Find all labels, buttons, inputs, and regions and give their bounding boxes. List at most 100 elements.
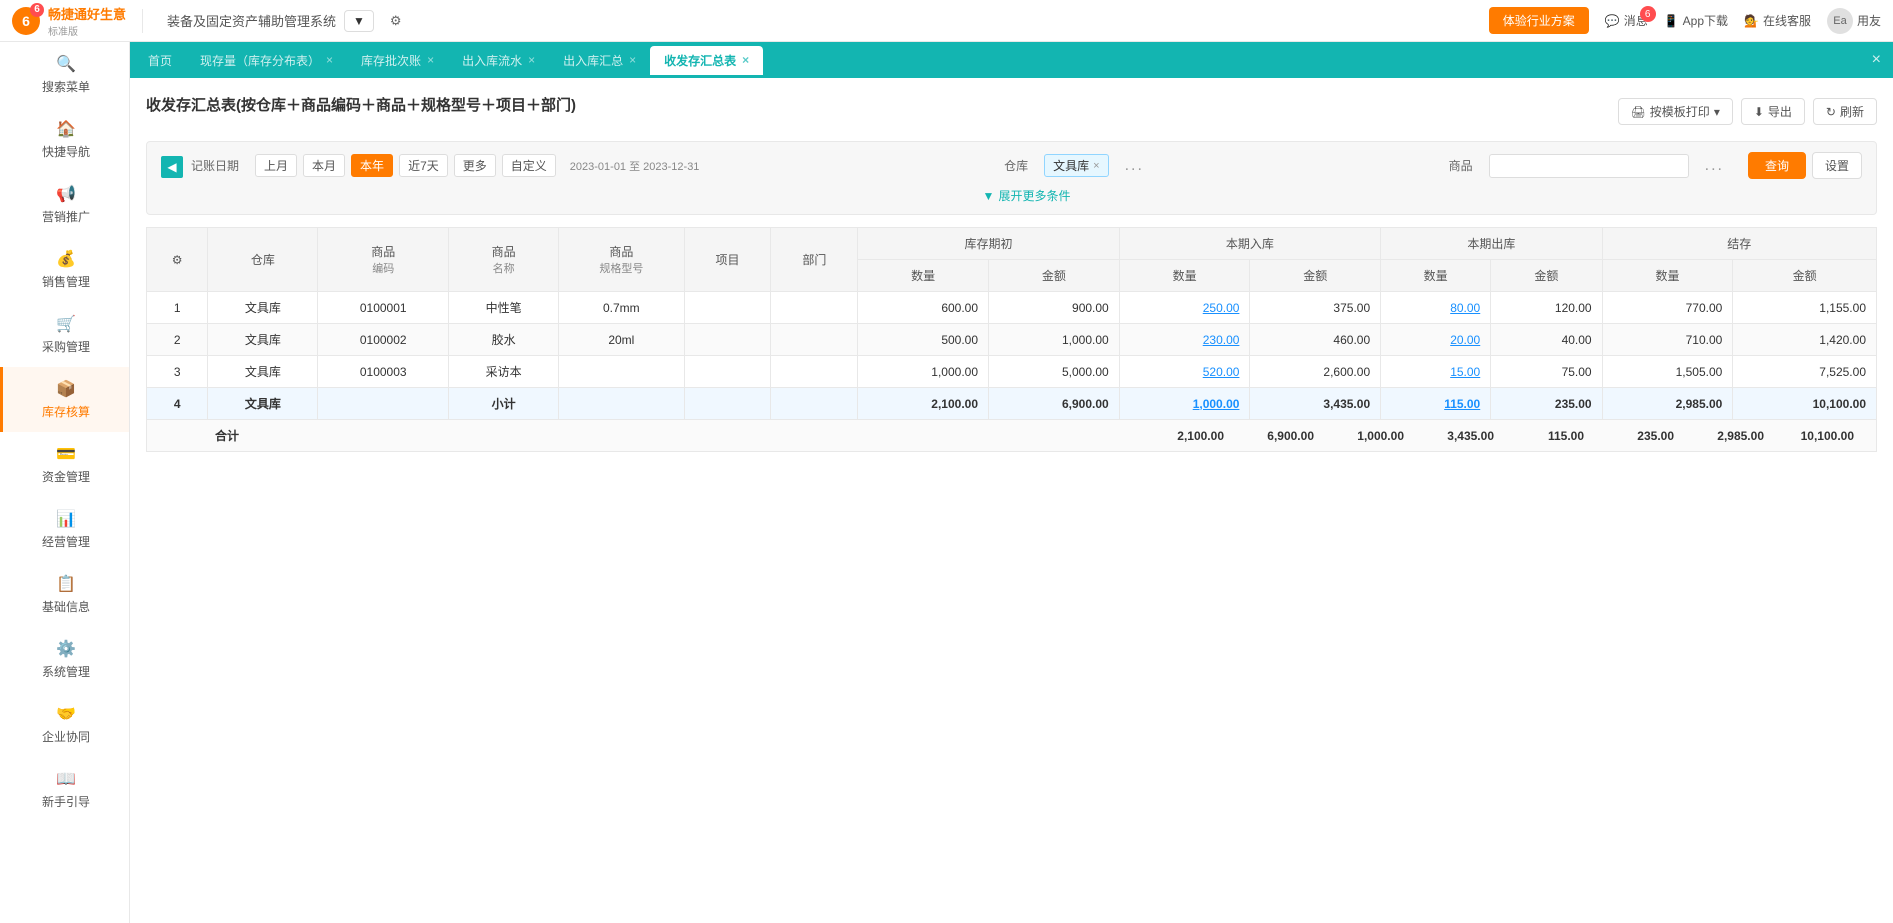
sidebar-item-marketing[interactable]: 📢 营销推广 — [0, 172, 129, 237]
sidebar-item-label: 销售管理 — [42, 273, 90, 290]
row-out-qty-link[interactable]: 80.00 — [1450, 301, 1480, 315]
th-in-amt: 金额 — [1250, 260, 1381, 292]
row-goods-name: 胶水 — [449, 324, 559, 356]
message-link[interactable]: 💬 消息 6 — [1605, 12, 1648, 29]
row-goods-spec: 0.7mm — [559, 292, 684, 324]
sidebar-item-sales[interactable]: 💰 销售管理 — [0, 237, 129, 302]
expand-btn[interactable]: ▼ 展开更多条件 — [191, 187, 1862, 204]
trial-btn[interactable]: 体验行业方案 — [1489, 7, 1589, 34]
date-btn-this-month[interactable]: 本月 — [303, 154, 345, 177]
export-btn[interactable]: ⬇ 导出 — [1741, 98, 1805, 125]
row-goods-name: 中性笔 — [449, 292, 559, 324]
row-in-qty-link[interactable]: 250.00 — [1203, 301, 1240, 315]
th-opening-group: 库存期初 — [858, 228, 1119, 260]
tab-batch-account[interactable]: 库存批次账 × — [347, 46, 448, 75]
row-out-qty-link[interactable]: 115.00 — [1444, 397, 1480, 411]
footer-out-amt: 235.00 — [1596, 429, 1686, 443]
row-goods-code: 0100003 — [318, 356, 449, 388]
footer-opening-amt: 6,900.00 — [1236, 429, 1326, 443]
sidebar-item-operation[interactable]: 📊 经营管理 — [0, 497, 129, 562]
row-in-qty-link[interactable]: 230.00 — [1203, 333, 1240, 347]
th-goods-name: 商品名称 — [449, 228, 559, 292]
row-in-qty[interactable]: 1,000.00 — [1119, 388, 1250, 420]
goods-more[interactable]: ... — [1705, 157, 1724, 175]
sidebar-item-guide[interactable]: 📖 新手引导 — [0, 757, 129, 822]
online-service-link[interactable]: 💁 在线客服 — [1744, 12, 1811, 29]
collapse-arrow[interactable]: ◀ — [161, 156, 183, 178]
row-out-qty-link[interactable]: 15.00 — [1450, 365, 1480, 379]
th-in-group: 本期入库 — [1119, 228, 1380, 260]
sidebar-item-enterprise[interactable]: 🤝 企业协同 — [0, 692, 129, 757]
sidebar-item-label: 新手引导 — [42, 793, 90, 810]
row-in-qty[interactable]: 230.00 — [1119, 324, 1250, 356]
tab-receive-summary[interactable]: 收发存汇总表 × — [650, 46, 763, 75]
row-department — [771, 292, 858, 324]
row-in-qty-link[interactable]: 520.00 — [1203, 365, 1240, 379]
sidebar-item-finance[interactable]: 💳 资金管理 — [0, 432, 129, 497]
th-balance-amt: 金额 — [1733, 260, 1877, 292]
tab-close-in-out-flow[interactable]: × — [528, 53, 535, 67]
sidebar-item-system[interactable]: ⚙️ 系统管理 — [0, 627, 129, 692]
th-out-amt: 金额 — [1491, 260, 1602, 292]
warehouse-tag-close[interactable]: × — [1093, 160, 1099, 172]
date-btn-custom[interactable]: 自定义 — [502, 154, 556, 177]
tab-close-in-out-summary[interactable]: × — [629, 53, 636, 67]
footer-label: 合计 — [187, 427, 267, 444]
guide-icon: 📖 — [56, 769, 76, 789]
row-in-qty[interactable]: 250.00 — [1119, 292, 1250, 324]
operation-icon: 📊 — [56, 509, 76, 529]
sidebar-item-label: 营销推广 — [42, 208, 90, 225]
tab-close-receive-summary[interactable]: × — [742, 53, 749, 67]
sidebar-item-inventory[interactable]: 📦 库存核算 — [0, 367, 129, 432]
row-out-qty-link[interactable]: 20.00 — [1450, 333, 1480, 347]
query-btn[interactable]: 查询 — [1748, 152, 1806, 179]
date-btn-this-year[interactable]: 本年 — [351, 154, 393, 177]
sidebar-item-search[interactable]: 🔍 搜索菜单 — [0, 42, 129, 107]
row-out-amt: 40.00 — [1491, 324, 1602, 356]
user-menu[interactable]: Ea 用友 — [1827, 8, 1881, 34]
print-btn[interactable]: 🖨 按模板打印 ▾ — [1618, 98, 1733, 125]
sidebar-item-purchase[interactable]: 🛒 采购管理 — [0, 302, 129, 367]
sidebar-item-basic[interactable]: 📋 基础信息 — [0, 562, 129, 627]
row-project — [684, 292, 771, 324]
tab-close-inventory-dist[interactable]: × — [326, 53, 333, 67]
system-select-dropdown[interactable]: ▼ — [344, 10, 374, 32]
goods-label: 商品 — [1449, 157, 1473, 174]
row-out-qty[interactable]: 115.00 — [1381, 388, 1491, 420]
row-out-qty[interactable]: 15.00 — [1381, 356, 1491, 388]
app-logo: 6 6 — [12, 7, 40, 35]
filter-row-date: 记账日期 上月 本月 本年 近7天 更多 自定义 2023-01-01 至 20… — [191, 152, 1862, 179]
date-btn-7days[interactable]: 近7天 — [399, 154, 448, 177]
app-name: 畅捷通好生意 标准版 — [48, 4, 126, 38]
top-bar-left: 6 6 畅捷通好生意 标准版 装备及固定资产辅助管理系统 ▼ ⚙ — [12, 4, 402, 38]
sidebar-item-label: 库存核算 — [42, 403, 90, 420]
goods-input[interactable] — [1489, 154, 1689, 178]
app-download-link[interactable]: 📱 App下载 — [1664, 12, 1728, 29]
table-row: 4文具库小计2,100.006,900.001,000.003,435.0011… — [147, 388, 1877, 420]
tab-close-batch-account[interactable]: × — [427, 53, 434, 67]
row-opening-qty: 600.00 — [858, 292, 989, 324]
warehouse-more[interactable]: ... — [1125, 157, 1144, 175]
row-in-amt: 375.00 — [1250, 292, 1381, 324]
table-settings-col[interactable]: ⚙ — [147, 228, 208, 292]
refresh-btn[interactable]: ↻ 刷新 — [1813, 98, 1877, 125]
row-opening-amt: 6,900.00 — [989, 388, 1120, 420]
sidebar-item-quick-nav[interactable]: 🏠 快捷导航 — [0, 107, 129, 172]
tabs-close-all[interactable]: × — [1864, 51, 1889, 69]
row-in-qty[interactable]: 520.00 — [1119, 356, 1250, 388]
settings-btn[interactable]: 设置 — [1812, 152, 1862, 179]
row-in-qty-link[interactable]: 1,000.00 — [1193, 397, 1240, 411]
date-btn-more[interactable]: 更多 — [454, 154, 496, 177]
tab-in-out-flow[interactable]: 出入库流水 × — [448, 46, 549, 75]
date-btn-last-month[interactable]: 上月 — [255, 154, 297, 177]
row-opening-qty: 500.00 — [858, 324, 989, 356]
row-out-qty[interactable]: 20.00 — [1381, 324, 1491, 356]
footer-out-qty: 115.00 — [1506, 429, 1596, 443]
tab-home[interactable]: 首页 — [134, 46, 186, 75]
tab-inventory-dist[interactable]: 现存量（库存分布表） × — [186, 46, 347, 75]
chevron-down-icon: ▾ — [1714, 105, 1720, 119]
settings-icon[interactable]: ⚙ — [390, 13, 402, 29]
warehouse-label: 仓库 — [1004, 157, 1028, 174]
row-out-qty[interactable]: 80.00 — [1381, 292, 1491, 324]
tab-in-out-summary[interactable]: 出入库汇总 × — [549, 46, 650, 75]
